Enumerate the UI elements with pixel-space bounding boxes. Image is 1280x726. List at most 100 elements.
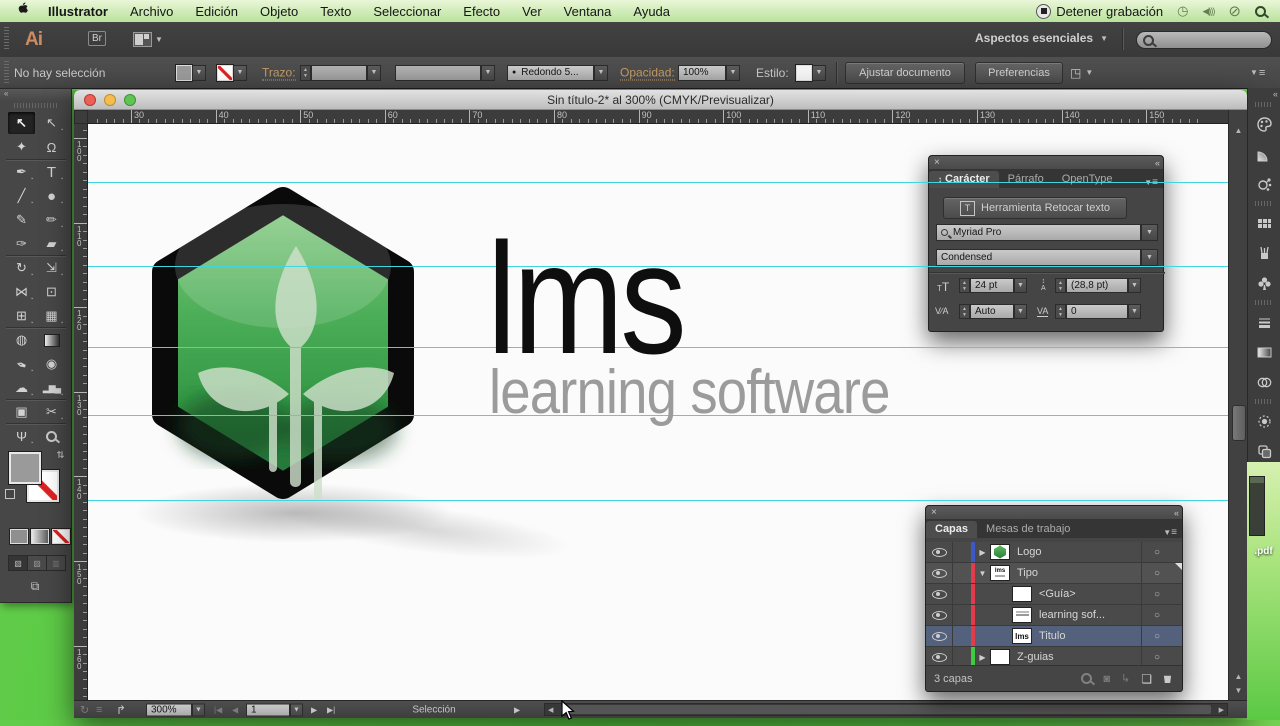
default-fill-stroke-icon[interactable] bbox=[5, 489, 15, 499]
horizontal-scrollbar[interactable]: ◀ ▶ bbox=[544, 703, 1228, 716]
current-tool-status[interactable]: Selección bbox=[374, 704, 494, 715]
draw-normal-button[interactable]: ▧ bbox=[8, 555, 28, 571]
brush-definition-field[interactable]: ● Redondo 5... bbox=[507, 64, 594, 81]
symbols-panel-icon[interactable] bbox=[1248, 268, 1280, 298]
width-profile-field[interactable] bbox=[395, 64, 481, 81]
time-machine-icon[interactable]: ◷ bbox=[1177, 3, 1188, 19]
artboard-dropdown[interactable]: ▼ bbox=[290, 703, 303, 716]
fit-document-button[interactable]: Ajustar documento bbox=[845, 61, 965, 84]
gradient-panel-icon[interactable] bbox=[1248, 337, 1280, 367]
shape-builder-tool[interactable]: ⊞ ▪ bbox=[8, 305, 35, 327]
close-icon[interactable]: × bbox=[931, 507, 937, 518]
menu-ayuda[interactable]: Ayuda bbox=[622, 4, 681, 19]
font-style-field[interactable]: Condensed bbox=[936, 249, 1141, 266]
new-sublayer-icon[interactable]: ↳ bbox=[1121, 672, 1130, 685]
toolbar-header[interactable]: « bbox=[0, 89, 71, 101]
layer-name[interactable]: Logo bbox=[1017, 546, 1041, 558]
target-icon[interactable]: ○ bbox=[1154, 610, 1160, 621]
artboard-number-field[interactable]: 1 bbox=[246, 703, 290, 716]
layer-name[interactable]: Tipo bbox=[1017, 567, 1038, 579]
search-input[interactable] bbox=[1136, 31, 1272, 49]
brush-dropdown[interactable]: ▼ bbox=[594, 64, 608, 81]
layers-panel-titlebar[interactable]: × « bbox=[926, 506, 1182, 519]
kerning-field[interactable]: Auto bbox=[970, 304, 1014, 319]
menu-texto[interactable]: Texto bbox=[309, 4, 362, 19]
guide-line[interactable] bbox=[88, 182, 1228, 183]
status-expand-icon[interactable]: ▶ bbox=[514, 705, 520, 714]
slice-tool[interactable]: ✂ ▪ bbox=[38, 401, 65, 423]
touch-type-tool-button[interactable]: T Herramienta Retocar texto bbox=[943, 197, 1127, 219]
layer-thumbnail[interactable] bbox=[1012, 607, 1032, 623]
tracking-dropdown[interactable]: ▼ bbox=[1128, 304, 1141, 319]
magic-wand-tool[interactable]: ✦ bbox=[8, 136, 35, 158]
spotlight-icon[interactable] bbox=[1255, 5, 1266, 17]
v-ruler[interactable]: 1 0 0 1 1 0 1 2 0 1 3 0 1 4 0 1 5 0 1 6 0 bbox=[74, 124, 88, 700]
collapse-icon[interactable]: « bbox=[1155, 158, 1160, 168]
stroke-panel-link[interactable]: Trazo: bbox=[262, 65, 296, 80]
opacity-dropdown[interactable]: ▼ bbox=[726, 64, 740, 81]
style-dropdown[interactable]: ▼ bbox=[812, 64, 826, 81]
layer-thumbnail[interactable]: lms bbox=[1012, 628, 1032, 644]
arrange-documents-button[interactable]: ▼ bbox=[133, 32, 163, 47]
layer-thumbnail[interactable] bbox=[990, 649, 1010, 665]
zoom-window-button[interactable] bbox=[124, 94, 136, 106]
next-artboard-button[interactable]: ▶ bbox=[311, 705, 317, 714]
color-panel-icon[interactable] bbox=[1248, 109, 1280, 139]
shape-tool[interactable]: ● ▪ bbox=[38, 185, 65, 207]
expand-icon[interactable]: ▶ bbox=[975, 548, 990, 557]
locate-object-icon[interactable] bbox=[1081, 673, 1093, 684]
scroll-left-icon[interactable]: ◀ bbox=[548, 706, 553, 714]
font-family-dropdown[interactable]: ▼ bbox=[1141, 224, 1158, 241]
menu-ver[interactable]: Ver bbox=[511, 4, 553, 19]
visibility-toggle[interactable] bbox=[926, 584, 953, 604]
free-transform-tool[interactable]: ⊡ bbox=[38, 281, 65, 303]
pdf-file-label[interactable]: .pdf bbox=[1247, 546, 1280, 557]
direct-selection-tool[interactable]: ↖ ▪ bbox=[38, 112, 65, 134]
stroke-panel-icon[interactable] bbox=[1248, 307, 1280, 337]
zoom-dropdown[interactable]: ▼ bbox=[192, 703, 205, 716]
stroke-dropdown-button[interactable]: ▼ bbox=[233, 64, 247, 81]
visibility-toggle[interactable] bbox=[926, 626, 953, 646]
eraser-tool[interactable]: ▰ ▪ bbox=[38, 233, 65, 255]
perspective-grid-tool[interactable]: ▦ ▪ bbox=[38, 305, 65, 327]
fill-swatch[interactable] bbox=[175, 63, 193, 82]
layer-row-titulo[interactable]: lms Titulo ○ bbox=[926, 626, 1182, 647]
scale-tool[interactable]: ⇲ ▪ bbox=[38, 257, 65, 279]
blob-brush-tool[interactable]: ✑ bbox=[8, 233, 35, 255]
visibility-toggle[interactable] bbox=[926, 605, 953, 625]
swatches-panel-icon[interactable] bbox=[1248, 208, 1280, 238]
stroke-swatch[interactable] bbox=[216, 63, 234, 82]
delete-layer-icon[interactable] bbox=[1163, 675, 1172, 683]
volume-icon[interactable]: ◀))) bbox=[1203, 6, 1216, 17]
style-swatch[interactable] bbox=[795, 63, 813, 82]
target-icon[interactable]: ○ bbox=[1154, 589, 1160, 600]
dock-collapse-button[interactable]: « bbox=[1248, 88, 1280, 100]
last-artboard-button[interactable]: ▶| bbox=[327, 705, 335, 714]
symbol-sprayer-tool[interactable]: ☁ ▪ bbox=[8, 377, 35, 399]
scroll-up-icon[interactable]: ▲ bbox=[1229, 672, 1248, 681]
scroll-down-icon[interactable]: ▼ bbox=[1229, 686, 1248, 695]
tab-parrafo[interactable]: Párrafo bbox=[999, 171, 1053, 188]
zoom-tool[interactable] bbox=[38, 425, 65, 447]
width-tool[interactable]: ⋈ ▪ bbox=[8, 281, 35, 303]
layer-row-learning[interactable]: learning sof... ○ bbox=[926, 605, 1182, 626]
rotate-tool[interactable]: ↻ ▪ bbox=[8, 257, 35, 279]
width-profile-dropdown[interactable]: ▼ bbox=[481, 64, 495, 81]
visibility-toggle[interactable] bbox=[926, 563, 953, 583]
gradient-tool[interactable] bbox=[38, 329, 65, 351]
layer-row-tipo[interactable]: ▼ lms Tipo ○ bbox=[926, 563, 1182, 584]
kuler-panel-icon[interactable] bbox=[1248, 169, 1280, 199]
collapse-expand-icon[interactable]: ▼ bbox=[975, 569, 990, 578]
target-icon[interactable]: ○ bbox=[1154, 547, 1160, 558]
collapse-icon[interactable]: « bbox=[1174, 508, 1179, 518]
prev-artboard-button[interactable]: ◀ bbox=[232, 705, 238, 714]
draw-behind-button[interactable]: ▨ bbox=[27, 555, 47, 571]
hand-tool[interactable]: Ψ ▪ bbox=[8, 425, 35, 447]
fill-dropdown-button[interactable]: ▼ bbox=[192, 64, 206, 81]
pencil-tool[interactable]: ✏ ▪ bbox=[38, 209, 65, 231]
font-size-stepper[interactable]: ▲ ▼ bbox=[959, 278, 970, 293]
horizontal-scroll-thumb[interactable] bbox=[561, 705, 1211, 714]
font-family-field[interactable]: Myriad Pro bbox=[936, 224, 1141, 241]
layer-name[interactable]: Z-guias bbox=[1017, 651, 1054, 663]
layer-thumbnail[interactable] bbox=[1012, 586, 1032, 602]
